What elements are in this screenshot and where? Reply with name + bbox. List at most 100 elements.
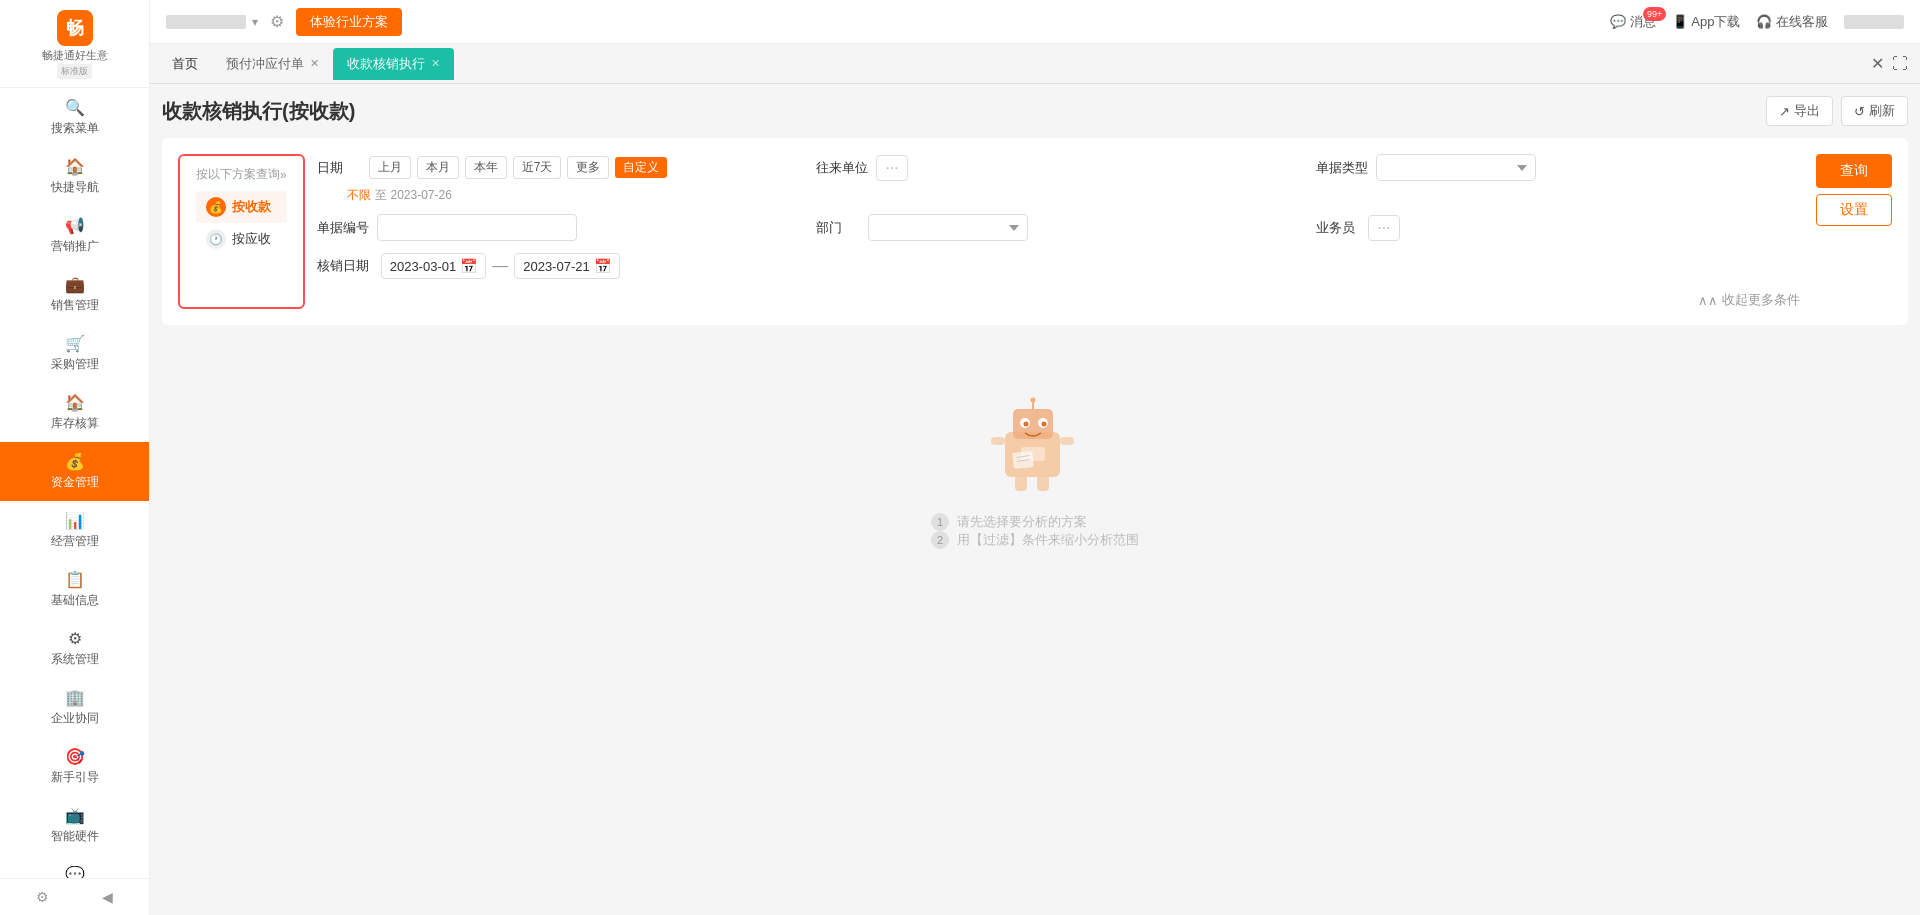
sidebar-item-basic[interactable]: 📋 基础信息 — [0, 560, 149, 619]
brand-name — [166, 15, 246, 29]
sidebar-item-label: 营销推广 — [51, 238, 99, 255]
step-num-1: 1 — [931, 513, 949, 531]
svg-point-5 — [1042, 422, 1047, 427]
app-download-button[interactable]: 📱 App下载 — [1672, 13, 1740, 31]
dept-select[interactable] — [868, 214, 1028, 241]
filter-type-collapse-button[interactable]: » — [280, 168, 287, 182]
tab-prepay[interactable]: 预付冲应付单 ✕ — [212, 48, 333, 80]
sidebar-item-sales[interactable]: 💼 销售管理 — [0, 265, 149, 324]
sidebar-item-purchase[interactable]: 🛒 采购管理 — [0, 324, 149, 383]
set-button[interactable]: 设置 — [1816, 194, 1892, 226]
user-avatar[interactable] — [1844, 15, 1904, 29]
empty-step-1: 1 请先选择要分析的方案 — [931, 513, 1139, 531]
logo-icon: 畅 — [57, 10, 93, 46]
verify-date-group: 2023-03-01 📅 — 2023-07-21 📅 — [381, 253, 620, 279]
sidebar-item-label: 销售管理 — [51, 297, 99, 314]
date-custom-badge[interactable]: 自定义 — [615, 157, 667, 178]
tab-home-label: 首页 — [172, 55, 198, 73]
empty-illustration — [975, 397, 1095, 497]
settings-icon[interactable]: ⚙ — [270, 12, 284, 31]
date-this-year-button[interactable]: 本年 — [465, 156, 507, 179]
svg-rect-8 — [991, 437, 1005, 445]
counterpart-label: 往来单位 — [816, 159, 868, 177]
sidebar-item-system[interactable]: ⚙ 系统管理 — [0, 619, 149, 678]
collapse-more-icon: ∧∧ — [1698, 293, 1718, 308]
sidebar-item-inventory[interactable]: 🏠 库存核算 — [0, 383, 149, 442]
sidebar-item-label: 系统管理 — [51, 651, 99, 668]
staff-select-button[interactable]: ··· — [1368, 215, 1399, 241]
sidebar-item-hardware[interactable]: 📺 智能硬件 — [0, 796, 149, 855]
collapse-sidebar-button[interactable]: ◀︎ — [102, 889, 113, 905]
marketing-icon: 📢 — [65, 216, 85, 235]
empty-hint-2: 用【过滤】条件来缩小分析范围 — [957, 531, 1139, 549]
filter-type-box: 按以下方案查询 » 💰 按收款 🕐 按应收 — [178, 154, 305, 309]
customer-service-button[interactable]: 🎧 在线客服 — [1756, 13, 1828, 31]
tab-collect-close-icon[interactable]: ✕ — [431, 57, 440, 70]
date-7days-button[interactable]: 近7天 — [513, 156, 562, 179]
doctype-label: 单据类型 — [1316, 159, 1368, 177]
svg-point-4 — [1024, 422, 1029, 427]
service-label: 在线客服 — [1776, 14, 1828, 29]
tab-prepay-close-icon[interactable]: ✕ — [310, 57, 319, 70]
verify-date-end-calendar-icon[interactable]: 📅 — [594, 258, 611, 274]
refresh-button[interactable]: ↺ 刷新 — [1841, 96, 1908, 126]
svg-rect-13 — [1012, 451, 1033, 469]
wechat-icon: 💬 — [65, 865, 85, 878]
tab-close-all-button[interactable]: ✕ — [1871, 54, 1884, 73]
tab-collect-label: 收款核销执行 — [347, 55, 425, 73]
trial-button[interactable]: 体验行业方案 — [296, 8, 402, 36]
sidebar-item-operation[interactable]: 📊 经营管理 — [0, 501, 149, 560]
filter-panel: 按以下方案查询 » 💰 按收款 🕐 按应收 — [162, 138, 1908, 325]
verify-date-start-box: 2023-03-01 📅 — [381, 253, 487, 279]
verify-date-start-value: 2023-03-01 — [390, 259, 457, 274]
message-button[interactable]: 💬 消息 99+ — [1610, 13, 1656, 31]
sales-icon: 💼 — [65, 275, 85, 294]
date-field-group: 日期 上月 本月 本年 近7天 更多 自定义 — [317, 156, 805, 179]
tab-home[interactable]: 首页 — [158, 48, 212, 80]
page-actions: ↗ 导出 ↺ 刷新 — [1766, 96, 1908, 126]
staff-field-group: 业务员 ··· — [1316, 215, 1804, 241]
purchase-icon: 🛒 — [65, 334, 85, 353]
sidebar-item-quick[interactable]: 🏠 快捷导航 — [0, 147, 149, 206]
query-button[interactable]: 查询 — [1816, 154, 1892, 188]
filter-type-by-receipt[interactable]: 💰 按收款 — [196, 191, 287, 223]
svg-point-7 — [1031, 398, 1036, 403]
sidebar-item-marketing[interactable]: 📢 营销推广 — [0, 206, 149, 265]
sidebar-item-enterprise[interactable]: 🏢 企业协同 — [0, 678, 149, 737]
tab-expand-button[interactable]: ⛶ — [1892, 55, 1908, 73]
brand-chevron-icon[interactable]: ▾ — [252, 15, 258, 29]
app-label: App下载 — [1691, 14, 1740, 29]
filter-type-title: 按以下方案查询 » — [196, 166, 287, 183]
sidebar-item-label: 新手引导 — [51, 769, 99, 786]
operation-icon: 📊 — [65, 511, 85, 530]
tab-collect[interactable]: 收款核销执行 ✕ — [333, 48, 454, 80]
date-last-month-button[interactable]: 上月 — [369, 156, 411, 179]
sidebar-item-finance[interactable]: 💰 资金管理 — [0, 442, 149, 501]
system-icon: ⚙ — [68, 629, 82, 648]
page-title: 收款核销执行(按收款) — [162, 98, 355, 125]
sidebar-item-label: 智能硬件 — [51, 828, 99, 845]
verify-date-start-calendar-icon[interactable]: 📅 — [460, 258, 477, 274]
export-button[interactable]: ↗ 导出 — [1766, 96, 1833, 126]
sidebar-item-wechat[interactable]: 💬 企业微信 — [0, 855, 149, 878]
sidebar: 畅 畅捷通好生意 标准版 🔍 搜索菜单 🏠 快捷导航 📢 营销推广 💼 销售管理… — [0, 0, 150, 915]
date-more-button[interactable]: 更多 — [567, 156, 609, 179]
filter-row-2: 单据编号 部门 业务员 ··· — [317, 214, 1804, 241]
sidebar-item-label: 经营管理 — [51, 533, 99, 550]
quick-icon: 🏠 — [65, 157, 85, 176]
date-this-month-button[interactable]: 本月 — [417, 156, 459, 179]
docno-field-group: 单据编号 — [317, 214, 805, 241]
doctype-select[interactable] — [1376, 154, 1536, 181]
settings-button[interactable]: ⚙ — [36, 889, 49, 905]
counterpart-select-button[interactable]: ··· — [876, 155, 907, 181]
empty-step-2: 2 用【过滤】条件来缩小分析范围 — [931, 531, 1139, 549]
date-range-text: 至 2023-07-26 — [375, 188, 452, 202]
collapse-more-button[interactable]: ∧∧ 收起更多条件 — [317, 291, 1804, 309]
docno-label: 单据编号 — [317, 219, 369, 237]
filter-type-by-receivable[interactable]: 🕐 按应收 — [196, 223, 287, 255]
tab-bar: 首页 预付冲应付单 ✕ 收款核销执行 ✕ ✕ ⛶ — [150, 44, 1920, 84]
docno-input[interactable] — [377, 214, 577, 241]
sidebar-item-guide[interactable]: 🎯 新手引导 — [0, 737, 149, 796]
empty-robot-svg — [975, 397, 1095, 497]
sidebar-item-search[interactable]: 🔍 搜索菜单 — [0, 88, 149, 147]
